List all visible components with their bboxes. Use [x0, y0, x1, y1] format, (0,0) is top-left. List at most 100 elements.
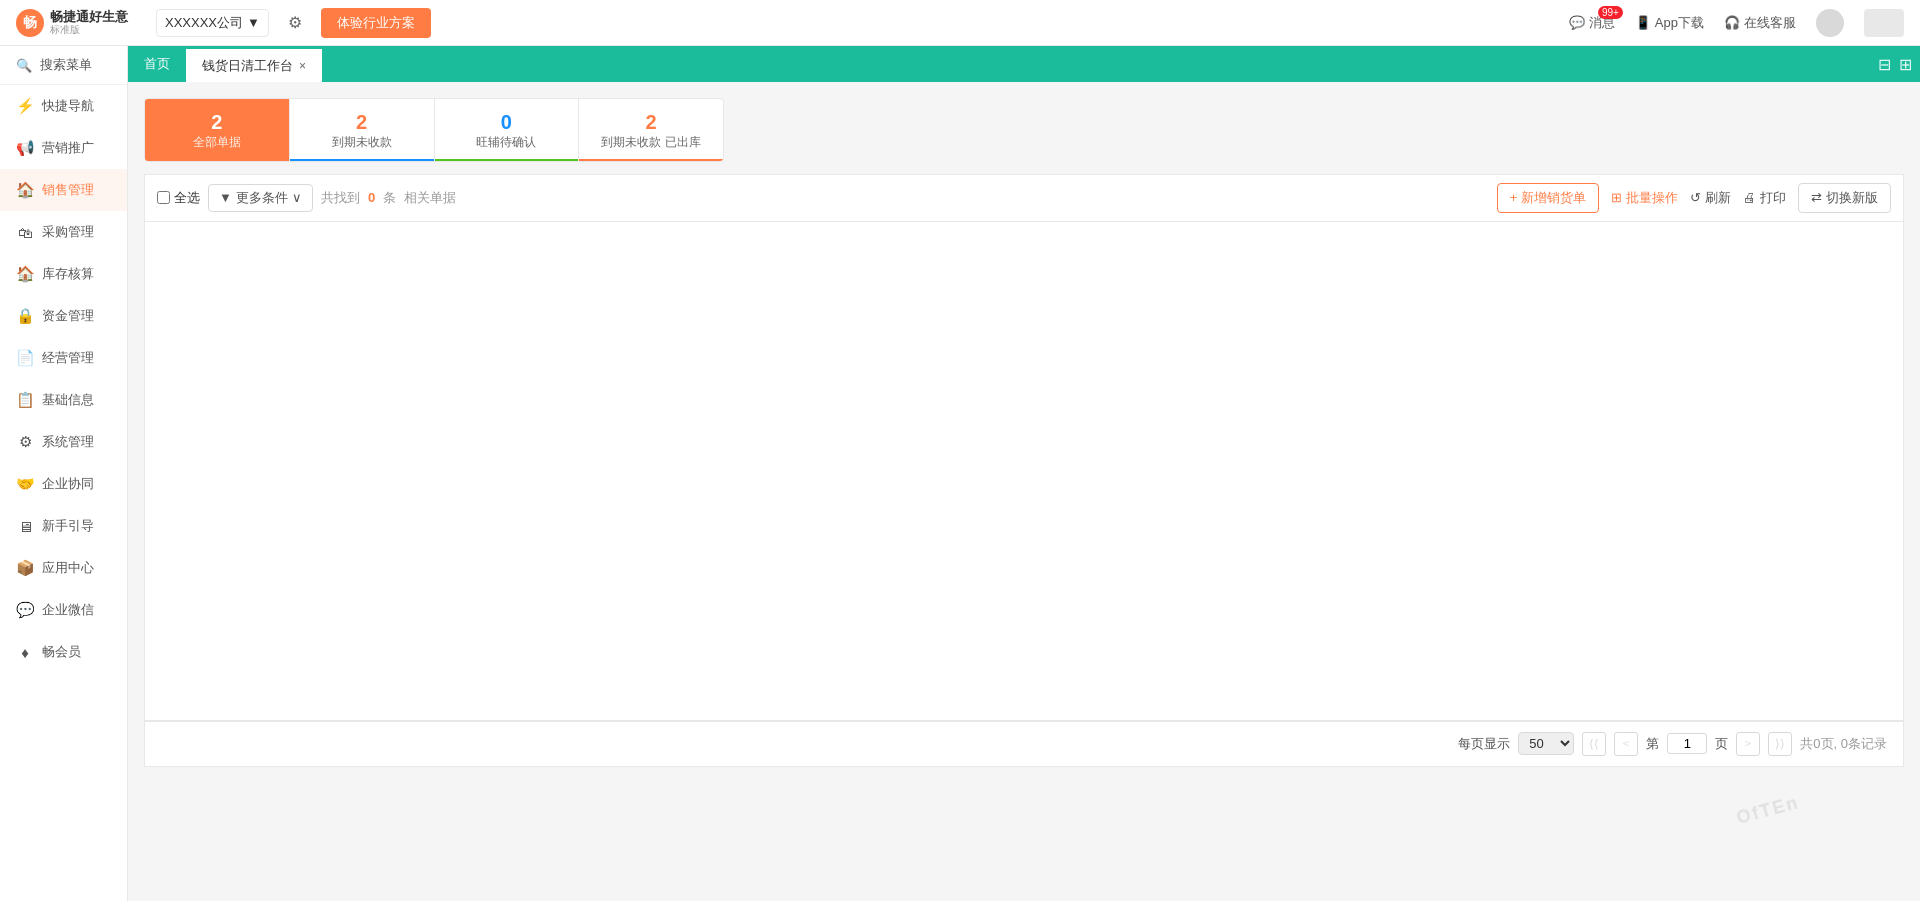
print-label: 打印 [1760, 189, 1786, 207]
guide-icon: 🖥 [16, 518, 34, 535]
page-size-select[interactable]: 50 10 20 100 [1518, 732, 1574, 755]
tab-home[interactable]: 首页 [128, 46, 186, 82]
stats-tabs: 2 全部单据 2 到期未收款 0 旺辅待确认 2 到期未收款 已出库 [144, 98, 724, 162]
enterprise-icon: 🤝 [16, 475, 34, 493]
quick-nav-icon: ⚡ [16, 97, 34, 115]
tab-minimize-icon[interactable]: ⊟ [1878, 55, 1891, 74]
stat-tab-shipped[interactable]: 2 到期未收款 已出库 [579, 99, 723, 161]
per-page-label: 每页显示 [1458, 735, 1510, 753]
search-icon: 🔍 [16, 58, 32, 73]
sidebar-label-purchase: 采购管理 [42, 223, 94, 241]
sidebar-item-inventory[interactable]: 🏠 库存核算 [0, 253, 127, 295]
stat-tab-overdue[interactable]: 2 到期未收款 [290, 99, 435, 161]
table-area [144, 221, 1904, 721]
search-menu-label: 搜索菜单 [40, 56, 92, 74]
next-page-button[interactable]: ＞ [1736, 732, 1760, 756]
overdue-indicator [290, 159, 434, 161]
stat-number-shipped: 2 [595, 109, 707, 135]
batch-operation-button[interactable]: ⊞ 批量操作 [1611, 189, 1678, 207]
sidebar-item-marketing[interactable]: 📢 营销推广 [0, 127, 127, 169]
filter-button[interactable]: ▼ 更多条件 ∨ [208, 184, 313, 212]
pending-indicator [435, 159, 579, 161]
trial-button[interactable]: 体验行业方案 [321, 8, 431, 38]
sidebar-label-quick-nav: 快捷导航 [42, 97, 94, 115]
shipped-indicator [579, 159, 723, 161]
settings-icon[interactable]: ⚙ [281, 9, 309, 37]
sidebar-label-enterprise: 企业协同 [42, 475, 94, 493]
stat-number-all: 2 [161, 109, 273, 135]
toolbar: 全选 ▼ 更多条件 ∨ 共找到 0 条 相关单据 + 新增销货单 ⊞ 批量操作 … [144, 174, 1904, 221]
sidebar-item-guide[interactable]: 🖥 新手引导 [0, 505, 127, 547]
sidebar-item-member[interactable]: ♦ 畅会员 [0, 631, 127, 673]
sidebar-label-app-center: 应用中心 [42, 559, 94, 577]
sidebar-item-wechat[interactable]: 💬 企业微信 [0, 589, 127, 631]
chevron-down-icon: ▼ [247, 15, 260, 30]
tab-bar: 首页 钱货日清工作台 × ⊟ ⊞ [128, 46, 1920, 82]
sidebar-label-finance: 资金管理 [42, 307, 94, 325]
company-selector[interactable]: XXXXXX公司 ▼ [156, 9, 269, 37]
pagination: 每页显示 50 10 20 100 ⟨⟨ ＜ 第 页 ＞ ⟩⟩ 共0页, 0条记… [144, 721, 1904, 767]
select-all-checkbox[interactable]: 全选 [157, 189, 200, 207]
switch-version-button[interactable]: ⇄ 切换新版 [1798, 183, 1891, 213]
last-page-button[interactable]: ⟩⟩ [1768, 732, 1792, 756]
found-suffix: 相关单据 [404, 189, 456, 207]
new-sale-button[interactable]: + 新增销货单 [1497, 183, 1599, 213]
sidebar-search[interactable]: 🔍 搜索菜单 [0, 46, 127, 85]
refresh-button[interactable]: ↺ 刷新 [1690, 189, 1731, 207]
message-icon: 💬 [1569, 15, 1585, 30]
prev-page-button[interactable]: ＜ [1614, 732, 1638, 756]
online-service-action[interactable]: 🎧 在线客服 [1724, 14, 1796, 32]
headset-icon: 🎧 [1724, 15, 1740, 30]
logo-title: 畅捷通好生意 [50, 9, 128, 25]
content-inner: 2 全部单据 2 到期未收款 0 旺辅待确认 2 到期未收款 已出库 [128, 82, 1920, 901]
filter-chevron-icon: ∨ [292, 190, 302, 205]
header-left: 畅 畅捷通好生意 标准版 XXXXXX公司 ▼ ⚙ 体验行业方案 [16, 8, 431, 38]
sidebar-label-member: 畅会员 [42, 643, 81, 661]
print-icon: 🖨 [1743, 190, 1756, 205]
app-download-action[interactable]: 📱 App下载 [1635, 14, 1704, 32]
sidebar-item-system[interactable]: ⚙ 系统管理 [0, 421, 127, 463]
user-name-area[interactable] [1864, 9, 1904, 37]
message-action[interactable]: 💬 消息 99+ [1569, 14, 1615, 32]
logo-icon: 畅 [16, 9, 44, 37]
sidebar-item-purchase[interactable]: 🛍 采购管理 [0, 211, 127, 253]
inventory-icon: 🏠 [16, 265, 34, 283]
sidebar-label-operations: 经营管理 [42, 349, 94, 367]
sidebar-label-sales: 销售管理 [42, 181, 94, 199]
sidebar-item-quick-nav[interactable]: ⚡ 快捷导航 [0, 85, 127, 127]
batch-icon: ⊞ [1611, 190, 1622, 205]
tab-workbench[interactable]: 钱货日清工作台 × [186, 46, 322, 82]
main-content: 2 全部单据 2 到期未收款 0 旺辅待确认 2 到期未收款 已出库 [128, 82, 1920, 901]
refresh-label: 刷新 [1705, 189, 1731, 207]
sidebar-item-finance[interactable]: 🔒 资金管理 [0, 295, 127, 337]
sidebar-label-wechat: 企业微信 [42, 601, 94, 619]
sidebar-label-system: 系统管理 [42, 433, 94, 451]
switch-label: 切换新版 [1826, 189, 1878, 207]
select-all-label: 全选 [174, 189, 200, 207]
filter-icon: ▼ [219, 190, 232, 205]
select-all-input[interactable] [157, 191, 170, 204]
purchase-icon: 🛍 [16, 224, 34, 241]
sidebar-item-app-center[interactable]: 📦 应用中心 [0, 547, 127, 589]
sidebar-item-enterprise[interactable]: 🤝 企业协同 [0, 463, 127, 505]
stat-tab-all[interactable]: 2 全部单据 [145, 99, 290, 161]
page-input[interactable] [1667, 733, 1707, 754]
avatar[interactable] [1816, 9, 1844, 37]
finance-icon: 🔒 [16, 307, 34, 325]
found-prefix: 共找到 [321, 189, 360, 207]
stat-label-shipped: 到期未收款 已出库 [595, 135, 707, 151]
tab-close-icon[interactable]: × [299, 59, 306, 73]
found-count: 0 [368, 190, 375, 205]
print-button[interactable]: 🖨 打印 [1743, 189, 1786, 207]
tab-maximize-icon[interactable]: ⊞ [1899, 55, 1912, 74]
sidebar-item-basic-info[interactable]: 📋 基础信息 [0, 379, 127, 421]
member-icon: ♦ [16, 644, 34, 661]
switch-icon: ⇄ [1811, 190, 1822, 205]
page-word: 第 [1646, 735, 1659, 753]
message-badge: 99+ [1598, 6, 1623, 19]
stat-tab-pending[interactable]: 0 旺辅待确认 [435, 99, 580, 161]
sidebar-item-sales[interactable]: 🏠 销售管理 [0, 169, 127, 211]
sidebar-item-operations[interactable]: 📄 经营管理 [0, 337, 127, 379]
first-page-button[interactable]: ⟨⟨ [1582, 732, 1606, 756]
logo-area: 畅 畅捷通好生意 标准版 [16, 9, 144, 37]
